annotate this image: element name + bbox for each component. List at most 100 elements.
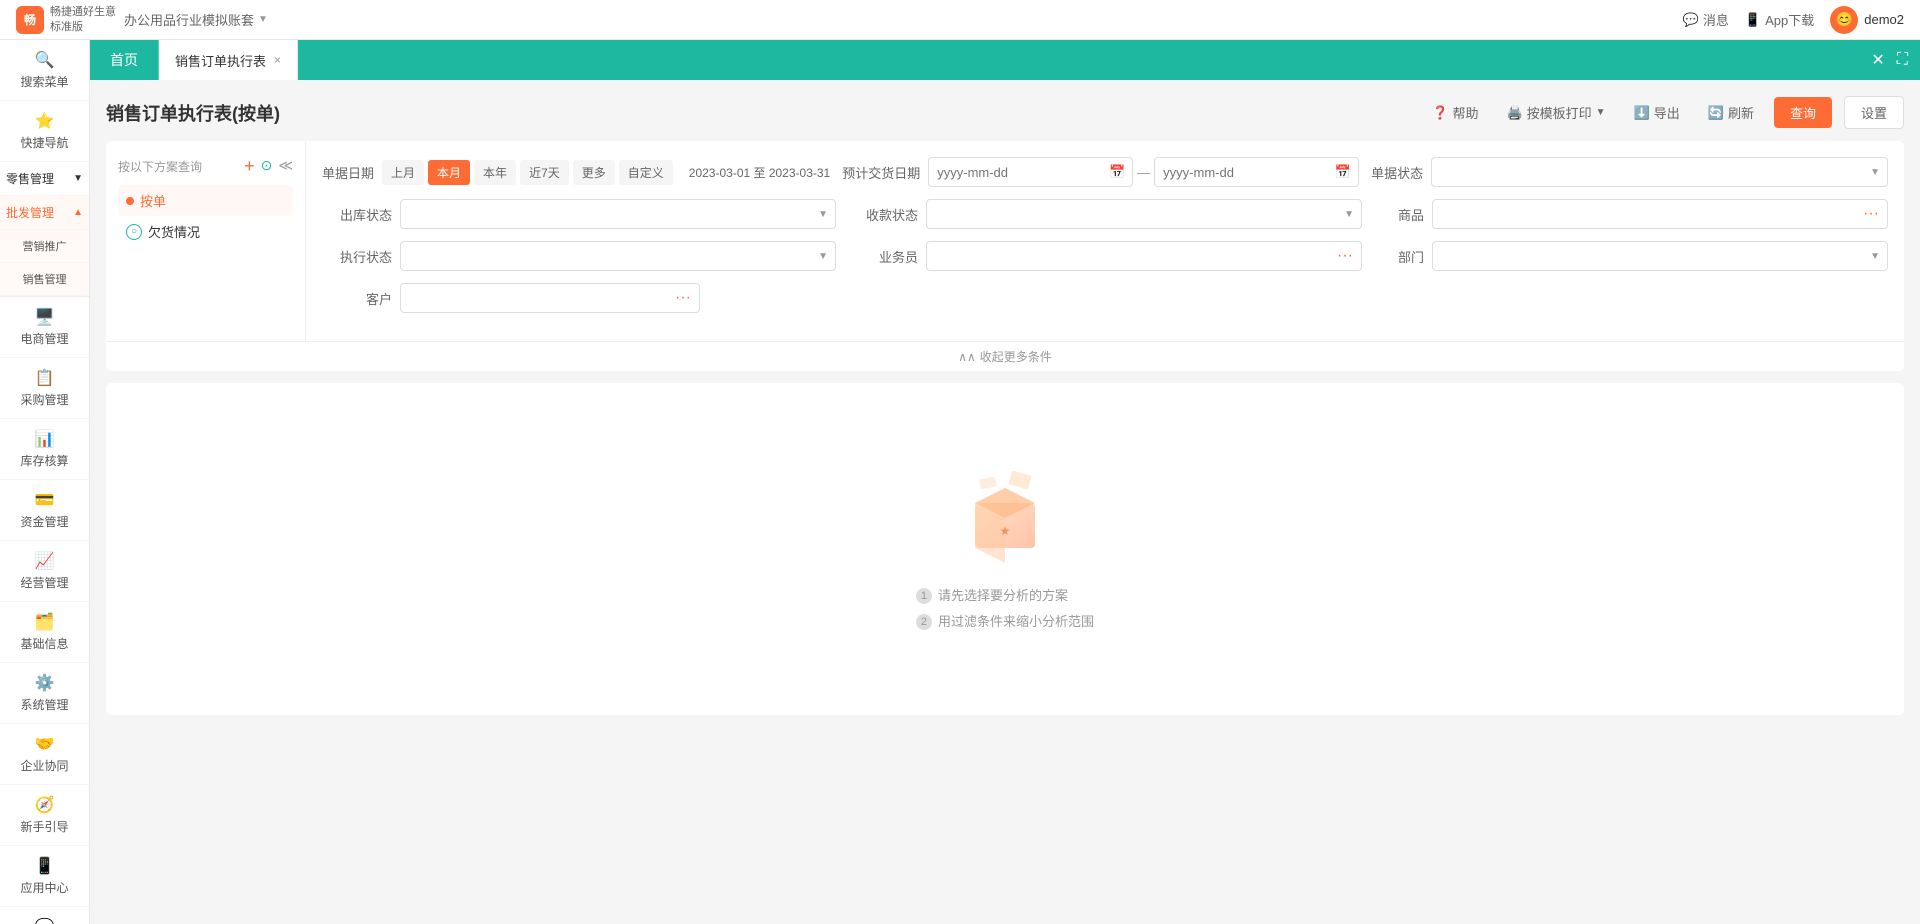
purchase-icon: 📋 [35,368,55,388]
app-center-icon: 📱 [35,856,55,876]
scheme-circle-icon: ○ [126,224,142,240]
this-month-btn[interactable]: 本月 [428,160,470,185]
print-chevron-icon: ▼ [1596,107,1606,118]
filter-row-1: 单据日期 上月 本月 本年 近7天 更多 自定义 2023-03-01 至 20… [322,157,1888,187]
sidebar-item-search[interactable]: 🔍 搜索菜单 [0,40,89,101]
exec-status-group: 执行状态 ▼ [322,241,836,271]
sidebar-item-wholesale[interactable]: 批发管理 ▲ [0,196,89,230]
goods-input[interactable]: ··· [1432,199,1888,229]
tab-home[interactable]: 首页 [90,40,159,80]
newbie-icon: 🧭 [35,795,55,815]
tab-close-icon[interactable]: × [274,53,281,67]
collapse-bar[interactable]: ∧∧ 收起更多条件 [106,341,1904,371]
exec-status-select[interactable] [400,241,836,271]
out-status-select[interactable] [400,199,836,229]
customer-dots-icon[interactable]: ··· [675,289,691,307]
sidebar-item-system[interactable]: ⚙️ 系统管理 [0,663,89,724]
sidebar-item-quick-nav[interactable]: ⭐ 快捷导航 [0,101,89,162]
help-button[interactable]: ❓ 帮助 [1424,99,1486,126]
enterprise-icon: 🤝 [35,734,55,754]
date-to-input[interactable] [1154,157,1359,187]
goods-dots-icon[interactable]: ··· [1863,205,1879,223]
sidebar-item-finance[interactable]: 💳 资金管理 [0,480,89,541]
this-year-btn[interactable]: 本年 [474,160,516,185]
app-selector[interactable]: 办公用品行业模拟账套 ▼ [124,10,268,29]
content-area: 首页 销售订单执行表 × ✕ ⛶ 销售订单执行表(按单) ❓ 帮助 [90,40,1920,924]
window-close-button[interactable]: ✕ [1867,46,1888,74]
sidebar-item-app-center[interactable]: 📱 应用中心 [0,846,89,907]
goods-group: 商品 ··· [1374,199,1888,229]
window-maximize-button[interactable]: ⛶ [1893,47,1912,73]
message-icon: 💬 [1683,12,1699,28]
custom-btn[interactable]: 自定义 [619,160,673,185]
salesperson-group: 业务员 ··· [848,241,1362,271]
collection-status-select[interactable] [926,199,1362,229]
expected-date-label: 预计交货日期 [842,163,920,182]
sidebar-item-marketing[interactable]: 营销推广 [0,230,89,263]
print-button[interactable]: 🖨️ 按模板打印 ▼ [1498,99,1613,126]
department-select[interactable] [1432,241,1888,271]
filter-row-3: 执行状态 ▼ 业务员 ··· [322,241,1888,271]
date-dash: — [1137,165,1150,180]
sidebar-item-newbie[interactable]: 🧭 新手引导 [0,785,89,846]
edit-scheme-button[interactable]: ⊙ [261,157,273,175]
date-range-text: 2023-03-01 至 2023-03-31 [689,164,830,181]
department-group: 部门 ▼ [1374,241,1888,271]
refresh-button[interactable]: 🔄 刷新 [1700,99,1762,126]
message-button[interactable]: 💬 消息 [1683,10,1729,29]
out-status-label: 出库状态 [322,205,392,224]
date-from-input[interactable] [928,157,1133,187]
app-download-button[interactable]: 📱 App下载 [1745,10,1814,29]
empty-tip-1: 1 请先选择要分析的方案 [916,583,1094,609]
department-select-wrapper: ▼ [1432,241,1888,271]
sidebar-item-basic[interactable]: 🗂️ 基础信息 [0,602,89,663]
quick-dates: 上月 本月 本年 近7天 更多 自定义 [382,160,673,185]
salesperson-dots-icon[interactable]: ··· [1337,247,1353,265]
tab-sales-exec[interactable]: 销售订单执行表 × [159,40,298,80]
out-status-group: 出库状态 ▼ [322,199,836,229]
operation-icon: 📈 [35,551,55,571]
empty-state: ★ 1 请先选择要分析的方案 2 用过滤条件来缩小分析范围 [106,383,1904,715]
customer-input[interactable]: ··· [400,283,700,313]
empty-tips: 1 请先选择要分析的方案 2 用过滤条件来缩小分析范围 [916,583,1094,635]
settings-button[interactable]: 设置 [1844,96,1904,129]
basic-icon: 🗂️ [35,612,55,632]
collapse-scheme-button[interactable]: ≪ [278,157,293,175]
scheme-by-order[interactable]: 按单 [118,185,293,216]
refresh-icon: 🔄 [1708,105,1724,121]
sidebar-item-inventory[interactable]: 📊 库存核算 [0,419,89,480]
date-range-inputs: 📅 — 📅 [928,157,1359,187]
sidebar-item-wechat[interactable]: 💬 企业微信 [0,907,89,924]
last-7days-btn[interactable]: 近7天 [520,160,569,185]
search-icon: 🔍 [35,50,55,70]
inventory-icon: 📊 [35,429,55,449]
scheme-debt[interactable]: ○ 欠货情况 [118,216,293,247]
sidebar-item-operation[interactable]: 📈 经营管理 [0,541,89,602]
logo-area: 畅 畅捷通好生意 标准版 [16,5,116,34]
empty-illustration: ★ [955,463,1055,563]
single-status-select[interactable] [1431,157,1888,187]
filter-scheme-panel: 按以下方案查询 + ⊙ ≪ 按单 ○ [106,141,306,341]
sidebar-item-enterprise[interactable]: 🤝 企业协同 [0,724,89,785]
out-status-select-wrapper: ▼ [400,199,836,229]
user-menu[interactable]: 😊 demo2 [1830,6,1904,34]
page-header: 销售订单执行表(按单) ❓ 帮助 🖨️ 按模板打印 ▼ ⬇️ 导出 [106,96,1904,129]
sidebar-item-retail[interactable]: 零售管理 ▼ [0,162,89,196]
sidebar-item-ecommerce[interactable]: 🖥️ 电商管理 [0,297,89,358]
sidebar-item-purchase[interactable]: 📋 采购管理 [0,358,89,419]
exec-status-label: 执行状态 [322,247,392,266]
salesperson-input[interactable]: ··· [926,241,1362,271]
filter-scheme-actions: + ⊙ ≪ [244,157,293,175]
page-actions: ❓ 帮助 🖨️ 按模板打印 ▼ ⬇️ 导出 🔄 刷新 [1424,96,1904,129]
more-btn[interactable]: 更多 [573,160,615,185]
export-button[interactable]: ⬇️ 导出 [1626,99,1688,126]
tip-num-1: 1 [916,588,932,604]
add-scheme-button[interactable]: + [244,157,255,175]
filter-row-4: 客户 ··· [322,283,1888,313]
sidebar-item-sales[interactable]: 销售管理 [0,263,89,296]
collection-status-group: 收款状态 ▼ [848,199,1362,229]
last-month-btn[interactable]: 上月 [382,160,424,185]
sidebar-subsection-wholesale: 营销推广 销售管理 [0,230,89,297]
query-button[interactable]: 查询 [1774,97,1832,128]
avatar: 😊 [1830,6,1858,34]
